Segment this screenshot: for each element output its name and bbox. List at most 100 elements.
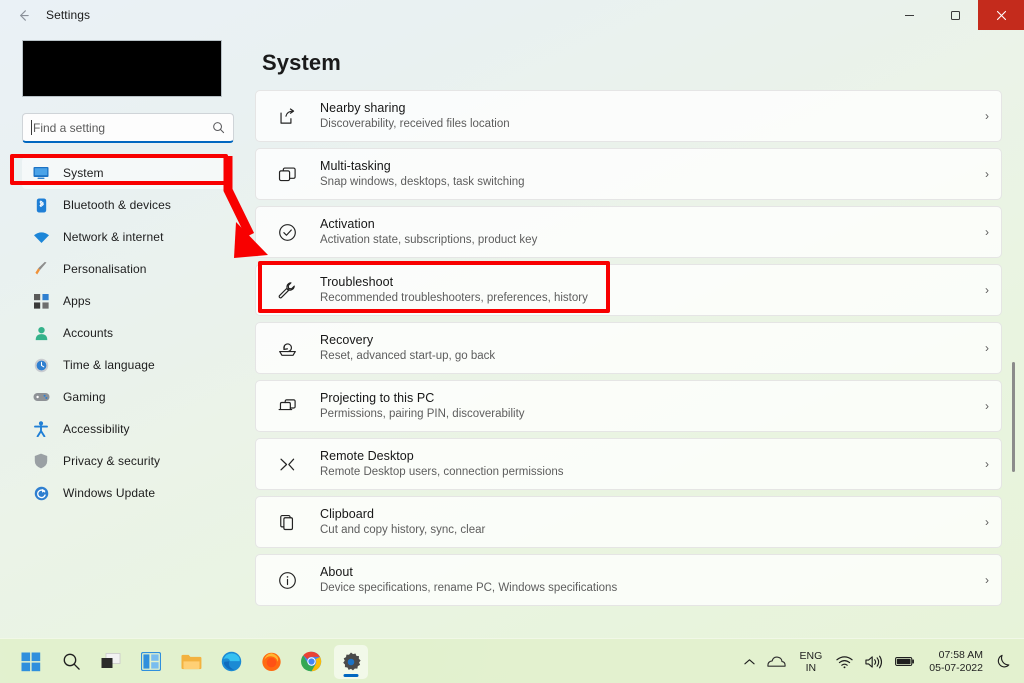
bluetooth-icon: [32, 196, 50, 214]
scrollbar-thumb[interactable]: [1012, 362, 1015, 472]
card-text: Projecting to this PC Permissions, pairi…: [320, 390, 973, 422]
sidebar-item-gaming[interactable]: Gaming: [22, 381, 230, 413]
account-info-redacted: [22, 40, 222, 97]
settings-card-recovery[interactable]: Recovery Reset, advanced start-up, go ba…: [255, 322, 1002, 374]
sidebar-item-label: Gaming: [63, 390, 106, 404]
sidebar-item-apps[interactable]: Apps: [22, 285, 230, 317]
chevron-right-icon[interactable]: ›: [973, 167, 1001, 181]
settings-card-clipboard[interactable]: Clipboard Cut and copy history, sync, cl…: [255, 496, 1002, 548]
firefox-button[interactable]: [254, 645, 288, 679]
chevron-right-icon[interactable]: ›: [973, 225, 1001, 239]
chrome-icon: [301, 651, 322, 672]
task-view-button[interactable]: [94, 645, 128, 679]
share-icon: [274, 107, 300, 126]
chevron-right-icon[interactable]: ›: [973, 399, 1001, 413]
sidebar-item-time-language[interactable]: Time & language: [22, 349, 230, 381]
language-indicator[interactable]: ENG IN: [792, 644, 831, 680]
settings-card-projecting-to-this-pc[interactable]: Projecting to this PC Permissions, pairi…: [255, 380, 1002, 432]
sidebar-nav-list: System Bluetooth & devices Network & int…: [10, 157, 235, 509]
sidebar-item-label: Accessibility: [63, 422, 130, 436]
apps-grid-icon: [32, 292, 50, 310]
card-text: Multi-tasking Snap windows, desktops, ta…: [320, 158, 973, 190]
card-text: Activation Activation state, subscriptio…: [320, 216, 973, 248]
tray-date: 05-07-2022: [929, 662, 983, 675]
onedrive-icon[interactable]: [761, 644, 792, 680]
card-text: About Device specifications, rename PC, …: [320, 564, 973, 596]
settings-card-nearby-sharing[interactable]: Nearby sharing Discoverability, received…: [255, 90, 1002, 142]
card-title: Troubleshoot: [320, 274, 973, 290]
tray-expand-button[interactable]: [738, 644, 761, 680]
moon-icon[interactable]: [991, 644, 1018, 680]
wifi-icon[interactable]: [830, 644, 859, 680]
paintbrush-icon: [32, 260, 50, 278]
desktop-wallpaper: Settings: [0, 0, 1024, 683]
settings-card-about[interactable]: About Device specifications, rename PC, …: [255, 554, 1002, 606]
firefox-icon: [261, 651, 282, 672]
clock-date[interactable]: 07:58 AM 05-07-2022: [921, 644, 991, 680]
system-tray: ENG IN 07:58 AM 05-07-2022: [738, 639, 1018, 683]
chevron-right-icon[interactable]: ›: [973, 573, 1001, 587]
language-secondary: IN: [806, 662, 817, 674]
wifi-icon: [32, 228, 50, 246]
language-primary: ENG: [800, 650, 823, 662]
maximize-button[interactable]: [932, 0, 978, 30]
card-subtitle: Discoverability, received files location: [320, 117, 973, 132]
card-text: Troubleshoot Recommended troubleshooters…: [320, 274, 973, 306]
search-button[interactable]: [54, 645, 88, 679]
sidebar-item-system[interactable]: System: [22, 157, 230, 189]
page-title: System: [262, 50, 1024, 76]
close-button[interactable]: [978, 0, 1024, 30]
remote-desktop-icon: [274, 455, 300, 474]
chevron-right-icon[interactable]: ›: [973, 109, 1001, 123]
chevron-right-icon[interactable]: ›: [973, 457, 1001, 471]
sidebar: System Bluetooth & devices Network & int…: [0, 30, 245, 638]
back-arrow-icon[interactable]: [6, 2, 40, 28]
settings-card-remote-desktop[interactable]: Remote Desktop Remote Desktop users, con…: [255, 438, 1002, 490]
check-circle-icon: [274, 223, 300, 242]
search-box[interactable]: [22, 113, 234, 143]
sidebar-item-accessibility[interactable]: Accessibility: [22, 413, 230, 445]
sidebar-item-windows-update[interactable]: Windows Update: [22, 477, 230, 509]
main-content: System Nearby sharing Discoverability, r…: [245, 30, 1024, 638]
edge-button[interactable]: [214, 645, 248, 679]
sidebar-item-label: Personalisation: [63, 262, 147, 276]
settings-card-list: Nearby sharing Discoverability, received…: [255, 90, 1024, 606]
card-subtitle: Reset, advanced start-up, go back: [320, 349, 973, 364]
start-button[interactable]: [14, 645, 48, 679]
search-input[interactable]: [33, 121, 212, 135]
chevron-right-icon[interactable]: ›: [973, 283, 1001, 297]
minimize-button[interactable]: [886, 0, 932, 30]
card-subtitle: Remote Desktop users, connection permiss…: [320, 465, 973, 480]
settings-card-troubleshoot[interactable]: Troubleshoot Recommended troubleshooters…: [255, 264, 1002, 316]
wrench-icon: [274, 281, 300, 300]
sidebar-item-label: Windows Update: [63, 486, 155, 500]
scrollbar-track[interactable]: [1009, 72, 1017, 632]
sidebar-item-network-internet[interactable]: Network & internet: [22, 221, 230, 253]
chevron-right-icon[interactable]: ›: [973, 515, 1001, 529]
info-circle-icon: [274, 571, 300, 590]
settings-card-activation[interactable]: Activation Activation state, subscriptio…: [255, 206, 1002, 258]
search-icon: [212, 121, 225, 134]
settings-button[interactable]: [334, 645, 368, 679]
sidebar-item-accounts[interactable]: Accounts: [22, 317, 230, 349]
file-explorer-button[interactable]: [174, 645, 208, 679]
sidebar-item-privacy-security[interactable]: Privacy & security: [22, 445, 230, 477]
sidebar-item-label: Network & internet: [63, 230, 164, 244]
windows-logo-icon: [21, 652, 41, 672]
widgets-button[interactable]: [134, 645, 168, 679]
folder-icon: [181, 653, 202, 671]
speaker-icon[interactable]: [859, 644, 889, 680]
widgets-icon: [141, 652, 161, 671]
settings-window: Settings: [0, 0, 1024, 638]
sidebar-item-bluetooth-devices[interactable]: Bluetooth & devices: [22, 189, 230, 221]
settings-card-multi-tasking[interactable]: Multi-tasking Snap windows, desktops, ta…: [255, 148, 1002, 200]
tray-time: 07:58 AM: [939, 649, 983, 662]
chrome-button[interactable]: [294, 645, 328, 679]
card-subtitle: Permissions, pairing PIN, discoverabilit…: [320, 407, 973, 422]
recovery-icon: [274, 339, 300, 358]
clipboard-icon: [274, 513, 300, 532]
sidebar-item-personalisation[interactable]: Personalisation: [22, 253, 230, 285]
chevron-right-icon[interactable]: ›: [973, 341, 1001, 355]
active-indicator: [344, 674, 359, 677]
battery-icon[interactable]: [889, 644, 921, 680]
